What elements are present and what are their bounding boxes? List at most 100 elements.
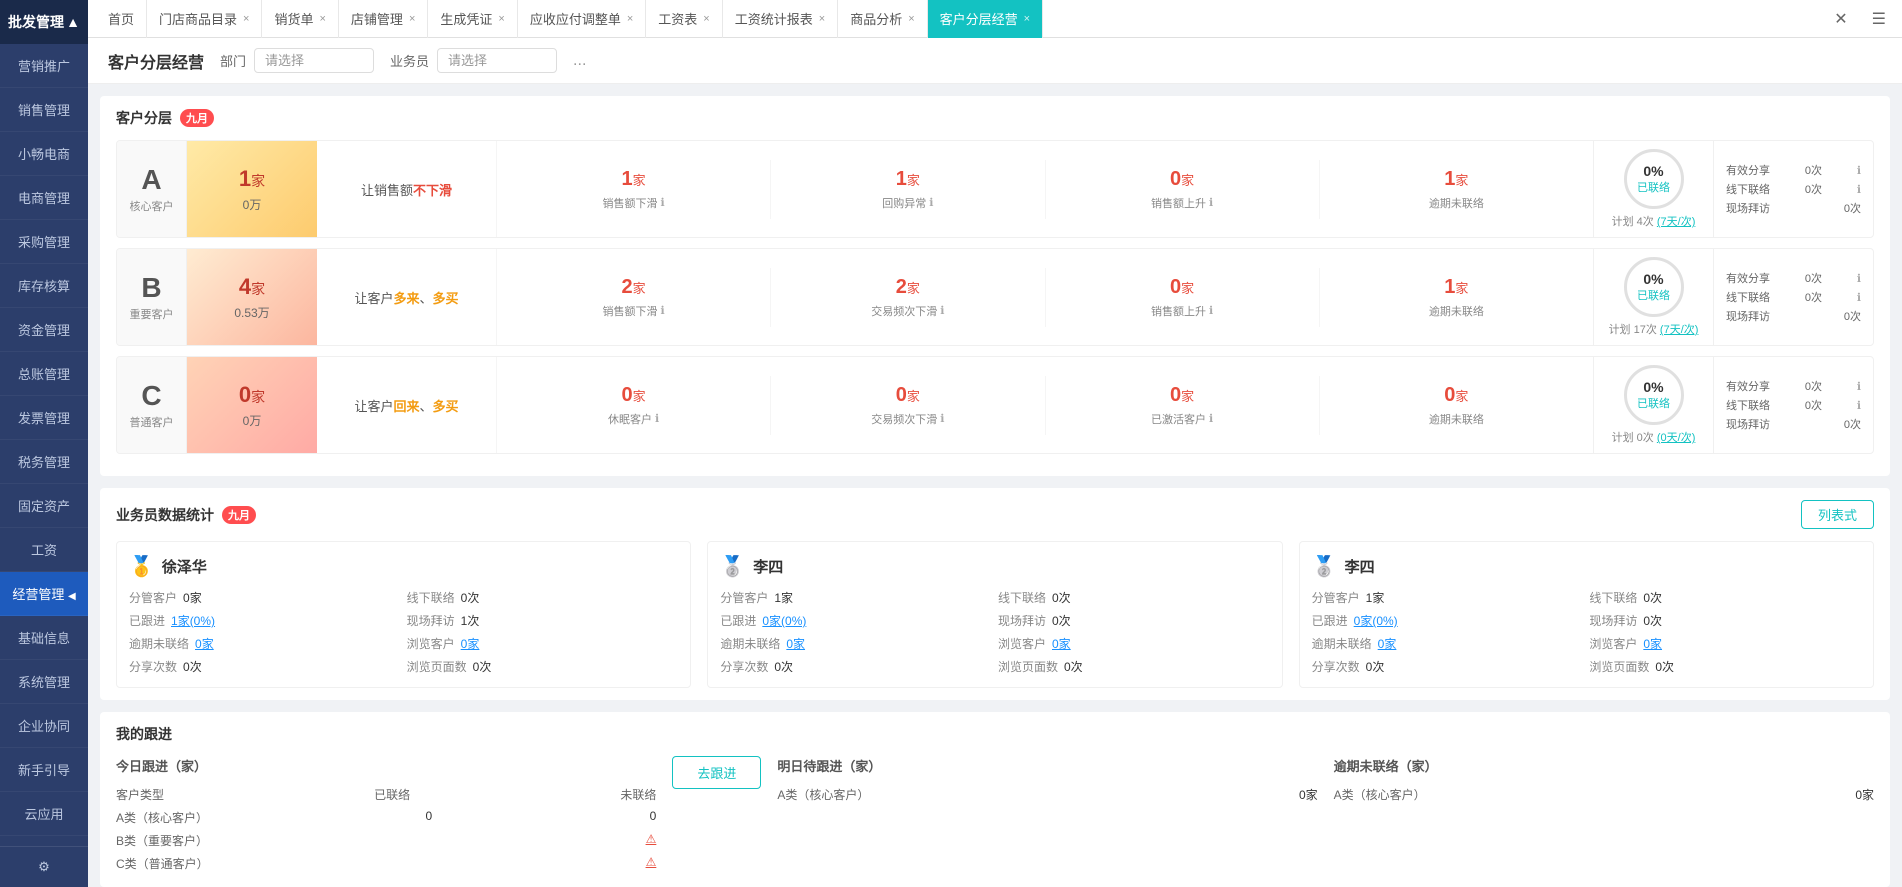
filter-more-btn[interactable]: ... bbox=[573, 52, 586, 70]
tab-receivable-adjust[interactable]: 应收应付调整单 × bbox=[518, 0, 646, 38]
info-icon[interactable]: ℹ bbox=[940, 304, 944, 317]
sidebar-item-xiaochang[interactable]: 小畅电商 bbox=[0, 132, 88, 176]
sidebar-item-label: 发票管理 bbox=[18, 411, 70, 426]
staff-card-2: 🥈 李四 分管客户 1家 线下联络 0次 已跟进 bbox=[1299, 541, 1874, 688]
tier-suggestion-c: 让客户回来、多买 bbox=[317, 357, 497, 453]
staff-stat-row: 线下联络 0次 bbox=[407, 589, 679, 606]
tab-close-icon[interactable]: × bbox=[1024, 13, 1030, 25]
dept-select[interactable]: 请选择 bbox=[254, 48, 374, 73]
info-icon[interactable]: ℹ bbox=[929, 196, 933, 209]
tab-label: 店铺管理 bbox=[351, 9, 403, 28]
follow-row: A类（核心客户） 0 0 bbox=[116, 806, 656, 829]
stat-c-1: 0家 交易频次下滑ℹ bbox=[771, 376, 1045, 435]
info-icon[interactable]: ℹ bbox=[1209, 412, 1213, 425]
sidebar-item-label: 总账管理 bbox=[18, 367, 70, 382]
info-icon[interactable]: ℹ bbox=[661, 196, 665, 209]
sidebar-item-caigou[interactable]: 采购管理 bbox=[0, 220, 88, 264]
sidebar-item-label: 销售管理 bbox=[18, 103, 70, 118]
tab-bar: 首页 门店商品目录 × 销货单 × 店铺管理 × 生成凭证 × 应收应付调整单 … bbox=[88, 0, 1902, 38]
info-icon[interactable]: ℹ bbox=[655, 412, 659, 425]
tier-count-b: 4家 0.53万 bbox=[187, 249, 317, 345]
tier-stats-b: 2家 销售额下滑ℹ 2家 交易频次下滑ℹ 0家 销售额上升ℹ 1家 逾期未联络 bbox=[497, 249, 1593, 345]
tab-customer-tier[interactable]: 客户分层经营 × bbox=[928, 0, 1043, 38]
tab-close-icon[interactable]: × bbox=[498, 13, 504, 25]
tier-name-b: 重要客户 bbox=[130, 306, 174, 322]
tab-close-icon[interactable]: × bbox=[908, 13, 914, 25]
staff-stat-row: 线下联络 0次 bbox=[1589, 589, 1861, 606]
staff-card-1: 🥈 李四 分管客户 1家 线下联络 0次 已跟进 bbox=[707, 541, 1282, 688]
staff-stat-row: 浏览客户 0家 bbox=[998, 635, 1270, 652]
tab-close-icon[interactable]: × bbox=[819, 13, 825, 25]
sidebar-header[interactable]: 批发管理 ▲ bbox=[0, 0, 88, 44]
tab-close-icon[interactable]: × bbox=[409, 13, 415, 25]
info-icon[interactable]: ℹ bbox=[1857, 272, 1861, 285]
tab-sales-order[interactable]: 销货单 × bbox=[262, 0, 338, 38]
info-icon[interactable]: ℹ bbox=[1209, 304, 1213, 317]
staff-stat-row: 浏览客户 0家 bbox=[1589, 635, 1861, 652]
tab-close-icon[interactable]: × bbox=[319, 13, 325, 25]
info-icon[interactable]: ℹ bbox=[1857, 183, 1861, 196]
tab-payroll-report[interactable]: 工资统计报表 × bbox=[723, 0, 838, 38]
tab-shop-manage[interactable]: 店铺管理 × bbox=[339, 0, 428, 38]
tab-close-all-btn[interactable]: ✕ bbox=[1826, 5, 1855, 33]
sidebar: 批发管理 ▲ 营销推广 销售管理 小畅电商 电商管理 采购管理 库存核算 资金管… bbox=[0, 0, 88, 887]
sales-select[interactable]: 请选择 bbox=[437, 48, 557, 73]
info-icon[interactable]: ℹ bbox=[661, 304, 665, 317]
tab-store-products[interactable]: 门店商品目录 × bbox=[147, 0, 262, 38]
sidebar-item-shuiwu[interactable]: 税务管理 bbox=[0, 440, 88, 484]
tier-contact-c: 0% 已联络 计划 0次 (0天/次) bbox=[1593, 357, 1713, 453]
sidebar-item-jingying[interactable]: 经营管理 ◀ bbox=[0, 572, 88, 616]
page-title: 客户分层经营 bbox=[108, 49, 204, 73]
staff-name-row-2: 🥈 李四 bbox=[1312, 554, 1861, 579]
sidebar-item-fapiao[interactable]: 发票管理 bbox=[0, 396, 88, 440]
follow-overdue: 逾期未联络（家） A类（核心客户） 0家 bbox=[1334, 756, 1874, 806]
tab-close-icon[interactable]: × bbox=[627, 13, 633, 25]
biz-month-badge: 九月 bbox=[222, 506, 256, 524]
info-icon[interactable]: ℹ bbox=[1209, 196, 1213, 209]
follow-section-title: 我的跟进 bbox=[116, 724, 1874, 744]
goto-follow-btn[interactable]: 去跟进 bbox=[672, 756, 761, 789]
sidebar-item-xietong[interactable]: 企业协同 bbox=[0, 704, 88, 748]
sidebar-item-jichu[interactable]: 基础信息 bbox=[0, 616, 88, 660]
sidebar-item-zongzhang[interactable]: 总账管理 bbox=[0, 352, 88, 396]
tab-more-btn[interactable]: ☰ bbox=[1864, 5, 1894, 33]
tab-label: 首页 bbox=[108, 9, 134, 28]
staff-card-0: 🥇 徐泽华 分管客户 0家 线下联络 0次 已跟进 bbox=[116, 541, 691, 688]
info-icon[interactable]: ℹ bbox=[1857, 164, 1861, 177]
info-icon[interactable]: ℹ bbox=[1857, 380, 1861, 393]
sidebar-item-kucun[interactable]: 库存核算 bbox=[0, 264, 88, 308]
info-icon[interactable]: ℹ bbox=[940, 412, 944, 425]
tab-label: 客户分层经营 bbox=[940, 9, 1018, 28]
sidebar-settings[interactable]: ⚙ bbox=[0, 846, 88, 887]
info-icon[interactable]: ℹ bbox=[1857, 399, 1861, 412]
list-view-btn[interactable]: 列表式 bbox=[1801, 500, 1874, 529]
follow-section: 我的跟进 今日跟进（家） 客户类型 已联络 未联络 A类（核心客户） 0 0 bbox=[100, 712, 1890, 887]
tab-generate-voucher[interactable]: 生成凭证 × bbox=[428, 0, 517, 38]
tier-count-a: 1家 0万 bbox=[187, 141, 317, 237]
tab-payroll[interactable]: 工资表 × bbox=[646, 0, 722, 38]
staff-medal-2: 🥈 bbox=[1312, 554, 1337, 579]
sidebar-item-label: 企业协同 bbox=[18, 719, 70, 734]
tier-name-c: 普通客户 bbox=[130, 414, 174, 430]
sidebar-item-yunyingyong[interactable]: 云应用 bbox=[0, 792, 88, 836]
sidebar-item-xiaoshou[interactable]: 销售管理 bbox=[0, 88, 88, 132]
tab-close-icon[interactable]: × bbox=[703, 13, 709, 25]
follow-today: 今日跟进（家） 客户类型 已联络 未联络 A类（核心客户） 0 0 B类（重要客… bbox=[116, 756, 656, 875]
sidebar-item-xinshou[interactable]: 新手引导 bbox=[0, 748, 88, 792]
staff-stat-row: 浏览页面数 0次 bbox=[998, 658, 1270, 675]
tab-home[interactable]: 首页 bbox=[96, 0, 147, 38]
info-icon[interactable]: ℹ bbox=[1857, 291, 1861, 304]
sidebar-item-yingxiao[interactable]: 营销推广 bbox=[0, 44, 88, 88]
sidebar-item-xitong[interactable]: 系统管理 bbox=[0, 660, 88, 704]
sidebar-collapse-icon[interactable]: ▲ bbox=[66, 14, 80, 30]
tab-close-icon[interactable]: × bbox=[243, 13, 249, 25]
staff-stat-row: 已跟进 0家(0%) bbox=[720, 612, 992, 629]
sidebar-item-zijin[interactable]: 资金管理 bbox=[0, 308, 88, 352]
tab-actions: ✕ ☰ bbox=[1826, 5, 1894, 33]
tier-row-a: A 核心客户 1家 0万 让销售额不下滑 1家 销售额下滑ℹ bbox=[116, 140, 1874, 238]
stat-b-3: 1家 逾期未联络 bbox=[1320, 268, 1593, 327]
sidebar-item-guding[interactable]: 固定资产 bbox=[0, 484, 88, 528]
sidebar-item-gongzi[interactable]: 工资 bbox=[0, 528, 88, 572]
sidebar-item-dianshang[interactable]: 电商管理 bbox=[0, 176, 88, 220]
tab-product-analysis[interactable]: 商品分析 × bbox=[838, 0, 927, 38]
